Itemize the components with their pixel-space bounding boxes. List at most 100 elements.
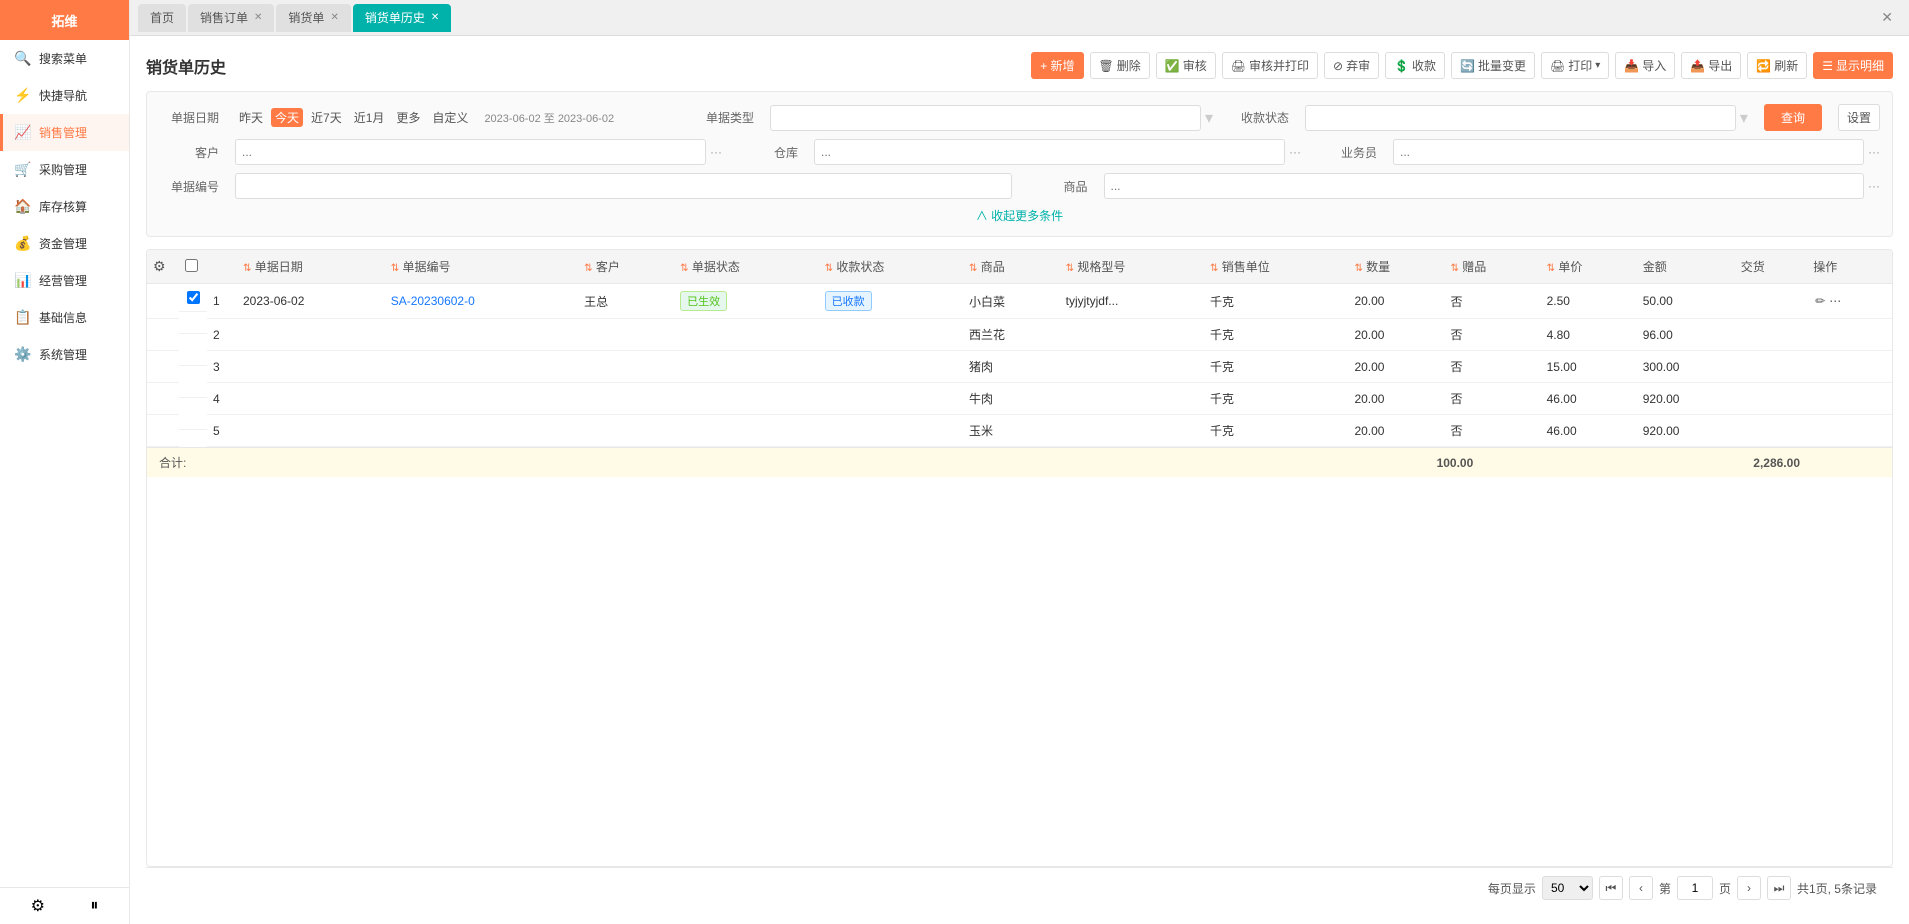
sidebar-pause-icon[interactable]: ⏸: [90, 897, 98, 915]
col-quantity[interactable]: ⇅ 数量: [1348, 250, 1444, 284]
col-checkbox: [179, 250, 207, 284]
sidebar: 拓维 🔍 搜索菜单 ⚡ 快捷导航 📈 销售管理 🛒 采购管理 🏠 库存核算 💰 …: [0, 0, 130, 924]
review-button[interactable]: ✅ 审核: [1156, 52, 1216, 79]
row-quantity: 20.00: [1348, 351, 1444, 383]
doc-number-control: [235, 173, 1012, 199]
col-unit[interactable]: ⇅ 销售单位: [1204, 250, 1348, 284]
tab-sales-order[interactable]: 销售订单 ✕: [188, 4, 274, 32]
sidebar-item-label: 采购管理: [39, 161, 87, 178]
sidebar-item-system[interactable]: ⚙️ 系统管理: [0, 336, 129, 373]
first-page-btn[interactable]: ⏮: [1599, 876, 1623, 900]
row-trade: [1735, 284, 1807, 319]
col-pay-status[interactable]: ⇅ 收款状态: [819, 250, 963, 284]
col-gift[interactable]: ⇅ 赠品: [1445, 250, 1541, 284]
row-amount: 920.00: [1637, 383, 1735, 415]
tab-sales-history-close[interactable]: ✕: [431, 12, 439, 23]
goods-picker-icon[interactable]: ···: [1868, 179, 1880, 193]
col-doc-no[interactable]: ⇅ 单据编号: [385, 250, 578, 284]
table-settings-icon[interactable]: ⚙: [153, 258, 166, 274]
tab-sales-delivery[interactable]: 销货单 ✕: [276, 4, 350, 32]
sidebar-settings-icon[interactable]: ⚙: [31, 896, 45, 916]
tab-sales-order-close[interactable]: ✕: [254, 12, 262, 23]
sidebar-item-operations[interactable]: 📊 经营管理: [0, 262, 129, 299]
filter-row-2: 客户 ··· 仓库 ··· 业务员 ···: [159, 139, 1880, 165]
row-customer: [578, 383, 674, 415]
collapse-filter-button[interactable]: ∧ 收起更多条件: [976, 207, 1063, 224]
row-amount: 300.00: [1637, 351, 1735, 383]
sidebar-item-label: 资金管理: [39, 235, 87, 252]
sidebar-item-sales[interactable]: 📈 销售管理: [0, 114, 129, 151]
prev-page-btn[interactable]: ‹: [1629, 876, 1653, 900]
batch-change-button[interactable]: 🔄 批量变更: [1451, 52, 1535, 79]
salesperson-input[interactable]: [1393, 139, 1864, 165]
footer-total-quantity: 100.00: [1437, 456, 1474, 470]
date-shortcut-today[interactable]: 今天: [271, 108, 303, 127]
row-doc-no: SA-20230602-0: [385, 284, 578, 319]
sidebar-item-inventory[interactable]: 🏠 库存核算: [0, 188, 129, 225]
date-shortcut-1month[interactable]: 近1月: [350, 108, 389, 127]
date-shortcut-custom[interactable]: 自定义: [428, 108, 472, 127]
goods-label: 商品: [1028, 178, 1088, 195]
show-detail-button[interactable]: ☰ 显示明细: [1813, 52, 1893, 79]
last-page-btn[interactable]: ⏭: [1767, 876, 1791, 900]
col-customer[interactable]: ⇅ 客户: [578, 250, 674, 284]
print-button[interactable]: 🖨 打印 ▾: [1541, 52, 1609, 79]
sidebar-item-quick-nav[interactable]: ⚡ 快捷导航: [0, 77, 129, 114]
tab-sales-delivery-close[interactable]: ✕: [330, 12, 338, 23]
pagination: 每页显示 50 100 200 ⏮ ‹ 第 页 › ⏭ 共1页, 5条记录: [146, 867, 1893, 908]
abandon-button[interactable]: ⊘ 弃审: [1324, 52, 1379, 79]
settings-filter-button[interactable]: 设置: [1838, 104, 1880, 131]
salesperson-picker-icon[interactable]: ···: [1868, 145, 1880, 159]
col-goods[interactable]: ⇅ 商品: [963, 250, 1060, 284]
col-price[interactable]: ⇅ 单价: [1541, 250, 1637, 284]
edit-action-icon[interactable]: ✏: [1815, 294, 1825, 308]
doc-number-input[interactable]: [235, 173, 1012, 199]
select-all-checkbox[interactable]: [185, 259, 198, 272]
total-info: 共1页, 5条记录: [1797, 880, 1877, 897]
query-button[interactable]: 查询: [1764, 104, 1822, 131]
collect-button[interactable]: 💲 收款: [1385, 52, 1445, 79]
doc-no-link[interactable]: SA-20230602-0: [391, 294, 475, 308]
customer-picker-icon[interactable]: ···: [710, 145, 722, 159]
date-shortcut-more[interactable]: 更多: [392, 108, 424, 127]
col-spec[interactable]: ⇅ 规格型号: [1060, 250, 1204, 284]
customer-input[interactable]: [235, 139, 706, 165]
table-row: 1 2023-06-02 SA-20230602-0 王总 已生效 已收款 小白…: [147, 284, 1892, 319]
col-doc-date[interactable]: ⇅ 单据日期: [237, 250, 385, 284]
close-all-tabs-btn[interactable]: ✕: [1873, 9, 1901, 26]
new-button[interactable]: + 新增: [1031, 52, 1083, 79]
sidebar-item-basic-info[interactable]: 📋 基础信息: [0, 299, 129, 336]
row-settings-cell: [147, 383, 179, 415]
sidebar-item-label: 经营管理: [39, 272, 87, 289]
col-settings[interactable]: ⚙: [147, 250, 179, 284]
warehouse-input[interactable]: [814, 139, 1285, 165]
import-button[interactable]: 📥 导入: [1615, 52, 1675, 79]
row-action: [1807, 383, 1892, 415]
sidebar-item-finance[interactable]: 💰 资金管理: [0, 225, 129, 262]
warehouse-picker-icon[interactable]: ···: [1289, 145, 1301, 159]
date-shortcut-7days[interactable]: 近7天: [307, 108, 346, 127]
goods-input[interactable]: [1104, 173, 1865, 199]
tab-sales-history[interactable]: 销货单历史 ✕: [353, 4, 451, 32]
print-dropdown-icon: ▾: [1595, 60, 1600, 71]
col-doc-status[interactable]: ⇅ 单据状态: [674, 250, 818, 284]
filter-row-1: 单据日期 昨天 今天 近7天 近1月 更多 自定义 2023-06-02 至 2…: [159, 104, 1880, 131]
more-action-icon[interactable]: ⋯: [1829, 294, 1841, 308]
row-checkbox[interactable]: [187, 291, 200, 304]
row-action: [1807, 415, 1892, 447]
page-number-input[interactable]: [1677, 876, 1713, 900]
row-settings-cell: [147, 284, 179, 319]
sidebar-item-search[interactable]: 🔍 搜索菜单: [0, 40, 129, 77]
tab-home[interactable]: 首页: [138, 4, 186, 32]
export-button[interactable]: 📤 导出: [1681, 52, 1741, 79]
col-sort-icon: ⇅: [680, 263, 688, 274]
refresh-button[interactable]: 🔁 刷新: [1747, 52, 1807, 79]
date-shortcut-yesterday[interactable]: 昨天: [235, 108, 267, 127]
pay-status-input[interactable]: [1305, 105, 1736, 131]
review-print-button[interactable]: 🖨 审核并打印: [1222, 52, 1318, 79]
sidebar-item-purchase[interactable]: 🛒 采购管理: [0, 151, 129, 188]
next-page-btn[interactable]: ›: [1737, 876, 1761, 900]
doc-type-input[interactable]: [770, 105, 1201, 131]
per-page-select[interactable]: 50 100 200: [1542, 876, 1593, 900]
delete-button[interactable]: 🗑 删除: [1090, 52, 1150, 79]
